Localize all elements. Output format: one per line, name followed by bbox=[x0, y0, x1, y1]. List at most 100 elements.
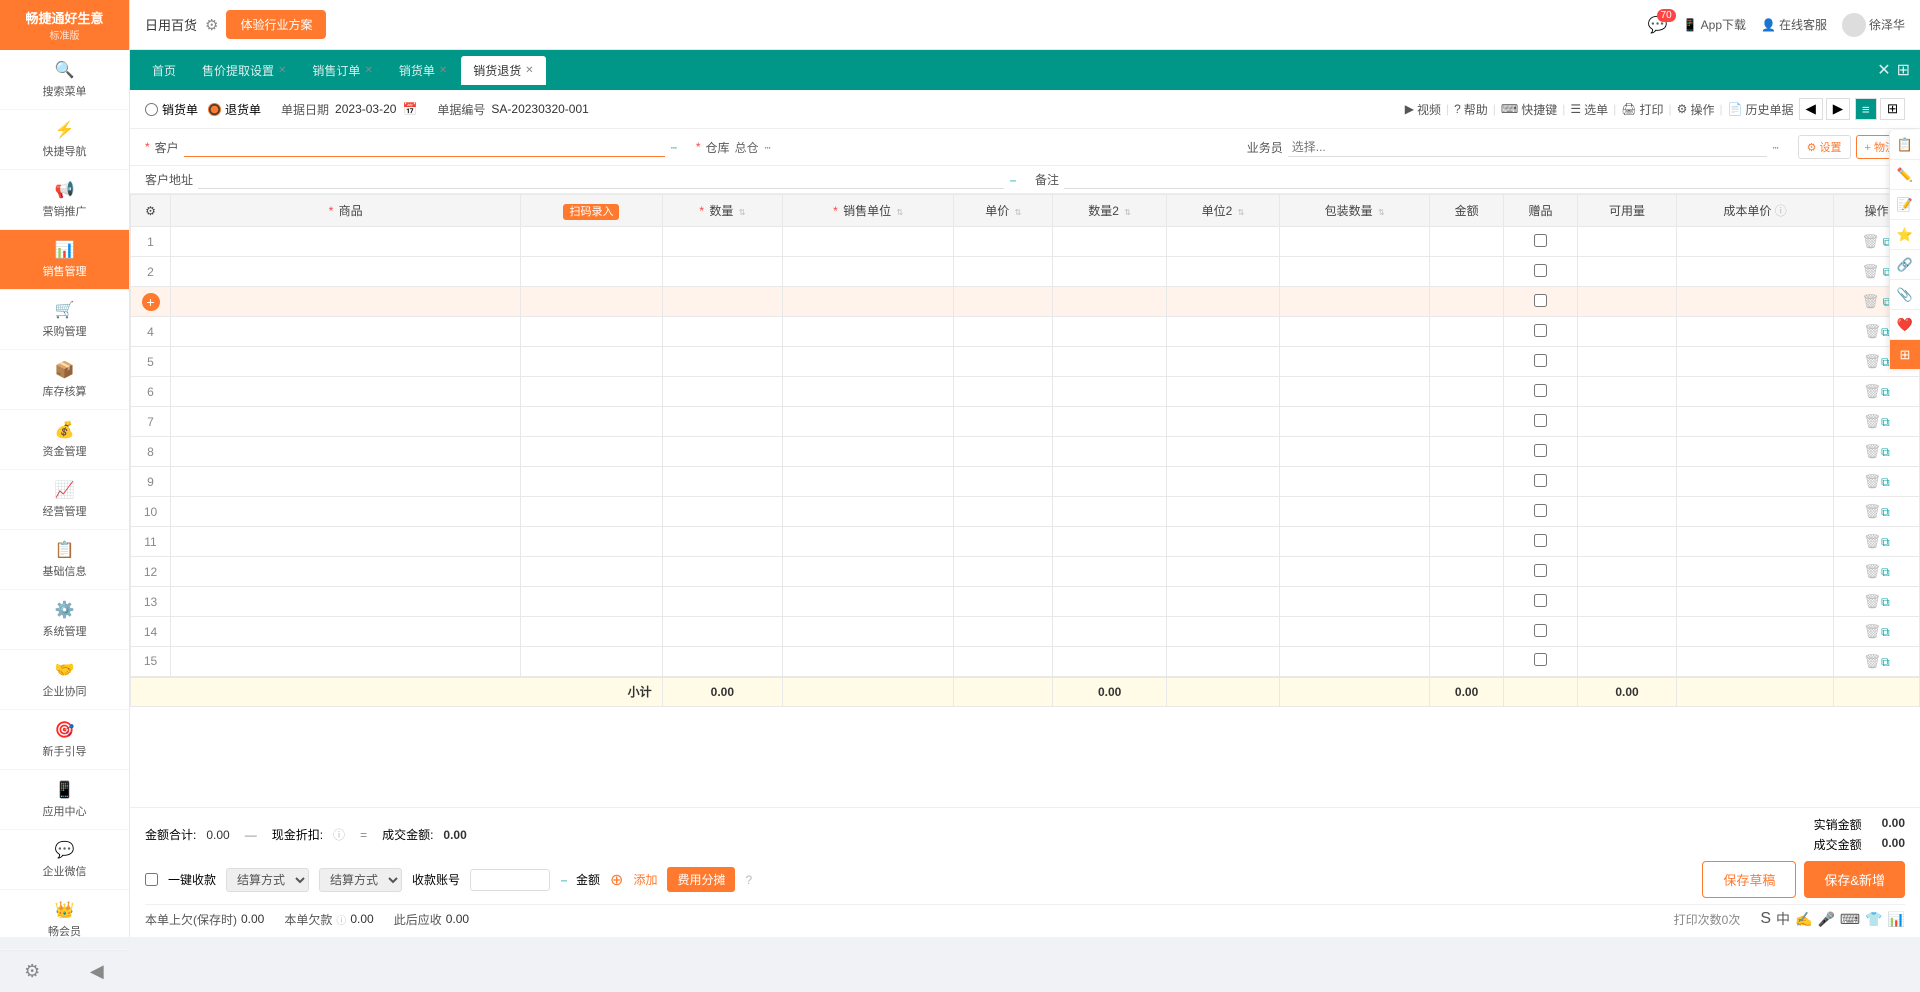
gift-checkbox[interactable] bbox=[1534, 534, 1547, 547]
sidebar-item-member[interactable]: 👑 畅会员 bbox=[0, 890, 129, 950]
unit2-sort-icon[interactable]: ⇅ bbox=[1238, 208, 1245, 217]
radio-sales-input[interactable] bbox=[145, 103, 158, 116]
tab-sales-return[interactable]: 销货退货 ✕ bbox=[461, 56, 545, 85]
add-label[interactable]: 添加 bbox=[633, 871, 657, 888]
one-click-payment-checkbox[interactable] bbox=[145, 873, 158, 886]
col-settings[interactable]: ⚙ bbox=[131, 195, 171, 227]
right-btn-7[interactable]: ❤️ bbox=[1890, 310, 1920, 340]
fee-btn[interactable]: 费用分摊 bbox=[667, 867, 735, 892]
toolbar-history[interactable]: 📄 历史单据 bbox=[1728, 101, 1794, 118]
row-copy-btn[interactable]: ⧉ bbox=[1881, 415, 1890, 429]
row-delete-btn[interactable]: 🗑 bbox=[1863, 383, 1881, 399]
tab-sales-order-close[interactable]: ✕ bbox=[364, 65, 372, 76]
toolbar-video[interactable]: ▶ 视频 bbox=[1405, 101, 1441, 118]
row-copy-btn[interactable]: ⧉ bbox=[1881, 535, 1890, 549]
row-delete-btn[interactable]: 🗑 bbox=[1863, 593, 1881, 609]
sidebar-item-operations[interactable]: 📈 经营管理 bbox=[0, 470, 129, 530]
row-pack[interactable] bbox=[1280, 257, 1430, 287]
right-btn-6[interactable]: 📎 bbox=[1890, 280, 1920, 310]
scan-btn[interactable]: 扫码录入 bbox=[563, 204, 619, 220]
row-gift[interactable] bbox=[1504, 227, 1578, 257]
sidebar-item-marketing[interactable]: 📢 营销推广 bbox=[0, 170, 129, 230]
fee-help-icon[interactable]: ? bbox=[745, 873, 752, 887]
row-copy-btn[interactable]: ⧉ bbox=[1881, 565, 1890, 579]
remark-input[interactable] bbox=[1064, 170, 1905, 189]
tool2-icon[interactable]: ✍ bbox=[1795, 911, 1812, 928]
row-delete-btn[interactable]: 🗑 bbox=[1862, 233, 1880, 249]
gift-checkbox[interactable] bbox=[1534, 504, 1547, 517]
add-row-btn[interactable]: + bbox=[142, 293, 160, 311]
warehouse-select-dots[interactable]: ··· bbox=[764, 140, 770, 154]
gift-checkbox[interactable] bbox=[1534, 414, 1547, 427]
row-qty-active[interactable] bbox=[662, 287, 782, 317]
row-copy-btn[interactable]: ⧉ bbox=[1881, 595, 1890, 609]
row-delete-btn[interactable]: 🗑 bbox=[1863, 653, 1881, 669]
calendar-icon[interactable]: 📅 bbox=[402, 102, 417, 116]
row-delete-btn[interactable]: 🗑 bbox=[1863, 473, 1881, 489]
sidebar-item-apps[interactable]: 📱 应用中心 bbox=[0, 770, 129, 830]
row-unit2[interactable] bbox=[1166, 257, 1279, 287]
gift-checkbox[interactable] bbox=[1534, 354, 1547, 367]
tool5-icon[interactable]: 👕 bbox=[1865, 911, 1882, 928]
row-price[interactable] bbox=[954, 227, 1053, 257]
cost-price-info-icon[interactable]: ⓘ bbox=[1775, 204, 1787, 218]
sidebar-item-inventory[interactable]: 📦 库存核算 bbox=[0, 350, 129, 410]
prev-btn[interactable]: ◀ bbox=[1799, 98, 1823, 120]
close-all-icon[interactable]: ✕ bbox=[1877, 60, 1890, 80]
gift-checkbox[interactable] bbox=[1534, 564, 1547, 577]
sidebar-collapse-btn[interactable]: ◀ bbox=[65, 951, 130, 992]
right-btn-8[interactable]: ⊞ bbox=[1890, 340, 1920, 370]
gift-checkbox[interactable] bbox=[1534, 594, 1547, 607]
add-account-btn[interactable]: ⊕ bbox=[610, 870, 623, 890]
row-qty2[interactable] bbox=[1053, 257, 1166, 287]
row-delete-btn[interactable]: 🗑 bbox=[1863, 443, 1881, 459]
tab-sales-delivery-close[interactable]: ✕ bbox=[439, 65, 447, 76]
row-amount[interactable] bbox=[1430, 227, 1504, 257]
goods-text-input[interactable] bbox=[176, 295, 515, 309]
row-goods-input[interactable] bbox=[171, 287, 521, 317]
qty2-sort-icon[interactable]: ⇅ bbox=[1124, 208, 1131, 217]
salesperson-input[interactable] bbox=[1288, 138, 1767, 157]
row-gift-active[interactable] bbox=[1504, 287, 1578, 317]
tool4-icon[interactable]: ⌨ bbox=[1840, 911, 1860, 928]
address-select-dots[interactable]: ··· bbox=[1009, 173, 1015, 187]
price-sort-icon[interactable]: ⇅ bbox=[1015, 208, 1022, 217]
col-scan[interactable]: 扫码录入 bbox=[521, 195, 662, 227]
row-amount-active[interactable] bbox=[1430, 287, 1504, 317]
topbar-settings-icon[interactable]: ⚙ bbox=[205, 16, 218, 34]
discount-help[interactable]: ⓘ bbox=[333, 826, 345, 843]
salesperson-select-dots[interactable]: ··· bbox=[1772, 140, 1778, 154]
right-btn-4[interactable]: ⭐ bbox=[1890, 220, 1920, 250]
gift-checkbox[interactable] bbox=[1534, 624, 1547, 637]
sidebar-item-finance[interactable]: 💰 资金管理 bbox=[0, 410, 129, 470]
radio-return-input[interactable] bbox=[208, 103, 221, 116]
tab-sales-return-close[interactable]: ✕ bbox=[525, 65, 533, 76]
tool1-icon[interactable]: 中 bbox=[1776, 909, 1790, 929]
tab-price-setting[interactable]: 售价提取设置 ✕ bbox=[190, 56, 298, 85]
row-price[interactable] bbox=[954, 257, 1053, 287]
sidebar-item-sales[interactable]: 📊 销售管理 bbox=[0, 230, 129, 290]
gift-checkbox[interactable] bbox=[1534, 264, 1547, 277]
row-gift[interactable] bbox=[1504, 257, 1578, 287]
customer-input[interactable] bbox=[184, 138, 665, 157]
message-btn[interactable]: 💬 70 bbox=[1648, 15, 1668, 35]
sidebar-item-wechat[interactable]: 💬 企业微信 bbox=[0, 830, 129, 890]
online-service-btn[interactable]: 👤 在线客服 bbox=[1761, 16, 1827, 33]
toolbar-help[interactable]: ? 帮助 bbox=[1454, 101, 1488, 118]
row-unit2[interactable] bbox=[1166, 227, 1279, 257]
tab-sales-order[interactable]: 销售订单 ✕ bbox=[300, 56, 384, 85]
row-delete-btn-active[interactable]: 🗑 bbox=[1862, 293, 1880, 309]
debit-info-icon[interactable]: ⓘ bbox=[336, 912, 346, 927]
right-btn-1[interactable]: 📋 bbox=[1890, 130, 1920, 160]
save-draft-btn[interactable]: 保存草稿 bbox=[1702, 861, 1796, 898]
sidebar-item-enterprise[interactable]: 🤝 企业协同 bbox=[0, 650, 129, 710]
settings-config-btn[interactable]: ⚙ 设置 bbox=[1798, 135, 1851, 159]
save-new-btn[interactable]: 保存&新增 bbox=[1804, 861, 1905, 898]
tool3-icon[interactable]: 🎤 bbox=[1817, 911, 1834, 928]
row-unit2-active[interactable] bbox=[1166, 287, 1279, 317]
gift-checkbox[interactable] bbox=[1534, 474, 1547, 487]
sidebar-item-shortcut[interactable]: ⚡ 快捷导航 bbox=[0, 110, 129, 170]
row-delete-btn[interactable]: 🗑 bbox=[1863, 353, 1881, 369]
row-unit[interactable] bbox=[783, 227, 954, 257]
sidebar-item-search[interactable]: 🔍 搜索菜单 bbox=[0, 50, 129, 110]
